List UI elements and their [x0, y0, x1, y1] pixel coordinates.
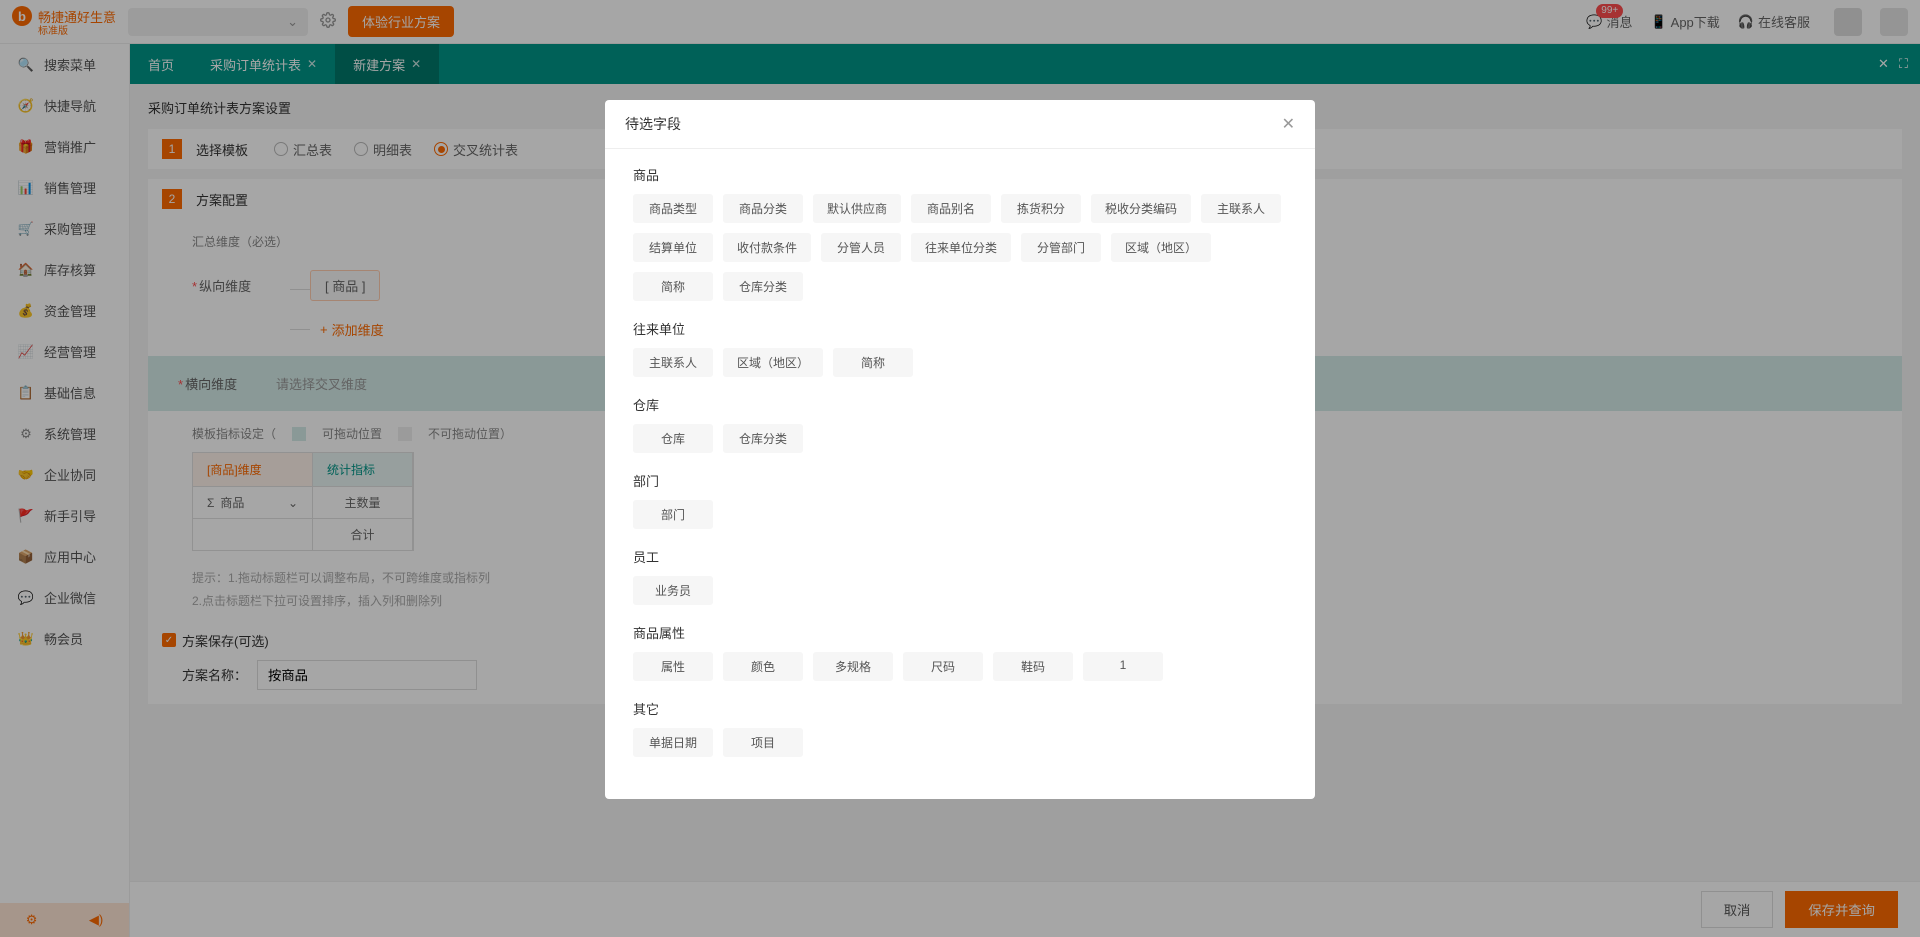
field-group-title: 员工 [633, 547, 1287, 566]
field-chip[interactable]: 简称 [833, 348, 913, 377]
field-group-title: 商品 [633, 165, 1287, 184]
field-chip[interactable]: 商品类型 [633, 194, 713, 223]
field-chip[interactable]: 鞋码 [993, 652, 1073, 681]
field-chip[interactable]: 仓库分类 [723, 272, 803, 301]
field-chip[interactable]: 收付款条件 [723, 233, 811, 262]
field-chip[interactable]: 默认供应商 [813, 194, 901, 223]
field-group: 员工业务员 [633, 547, 1287, 605]
field-group-title: 商品属性 [633, 623, 1287, 642]
field-chip[interactable]: 商品别名 [911, 194, 991, 223]
field-group: 往来单位主联系人区域（地区） 简称 [633, 319, 1287, 377]
field-chip[interactable]: 项目 [723, 728, 803, 757]
field-chip[interactable]: 仓库 [633, 424, 713, 453]
field-chip[interactable]: 商品分类 [723, 194, 803, 223]
field-group: 商品商品类型商品分类默认供应商商品别名拣货积分税收分类编码主联系人结算单位收付款… [633, 165, 1287, 301]
modal-overlay: 待选字段 ✕ 商品商品类型商品分类默认供应商商品别名拣货积分税收分类编码主联系人… [0, 0, 1920, 937]
field-picker-dialog: 待选字段 ✕ 商品商品类型商品分类默认供应商商品别名拣货积分税收分类编码主联系人… [605, 100, 1315, 799]
field-group-title: 仓库 [633, 395, 1287, 414]
field-chip[interactable]: 主联系人 [1201, 194, 1281, 223]
field-group: 仓库仓库仓库分类 [633, 395, 1287, 453]
close-icon[interactable]: ✕ [1282, 114, 1295, 134]
field-chip[interactable]: 多规格 [813, 652, 893, 681]
dialog-title: 待选字段 [625, 114, 681, 134]
field-group: 商品属性属性颜色多规格尺码鞋码 1 [633, 623, 1287, 681]
field-chip[interactable]: 业务员 [633, 576, 713, 605]
field-group-title: 部门 [633, 471, 1287, 490]
field-chip[interactable]: 颜色 [723, 652, 803, 681]
field-group-title: 其它 [633, 699, 1287, 718]
field-chip[interactable]: 分管部门 [1021, 233, 1101, 262]
field-chip[interactable]: 尺码 [903, 652, 983, 681]
field-chip[interactable]: 属性 [633, 652, 713, 681]
field-chip[interactable]: 区域（地区） [723, 348, 823, 377]
field-chip[interactable]: 单据日期 [633, 728, 713, 757]
field-chip[interactable]: 往来单位分类 [911, 233, 1011, 262]
field-group-title: 往来单位 [633, 319, 1287, 338]
field-group: 部门部门 [633, 471, 1287, 529]
field-chip[interactable]: 结算单位 [633, 233, 713, 262]
field-chip[interactable]: 分管人员 [821, 233, 901, 262]
field-chip[interactable]: 部门 [633, 500, 713, 529]
field-group: 其它单据日期项目 [633, 699, 1287, 757]
field-chip[interactable]: 拣货积分 [1001, 194, 1081, 223]
field-chip[interactable]: 主联系人 [633, 348, 713, 377]
field-chip[interactable]: 1 [1083, 652, 1163, 681]
field-chip[interactable]: 简称 [633, 272, 713, 301]
field-chip[interactable]: 仓库分类 [723, 424, 803, 453]
field-chip[interactable]: 区域（地区） [1111, 233, 1211, 262]
field-chip[interactable]: 税收分类编码 [1091, 194, 1191, 223]
